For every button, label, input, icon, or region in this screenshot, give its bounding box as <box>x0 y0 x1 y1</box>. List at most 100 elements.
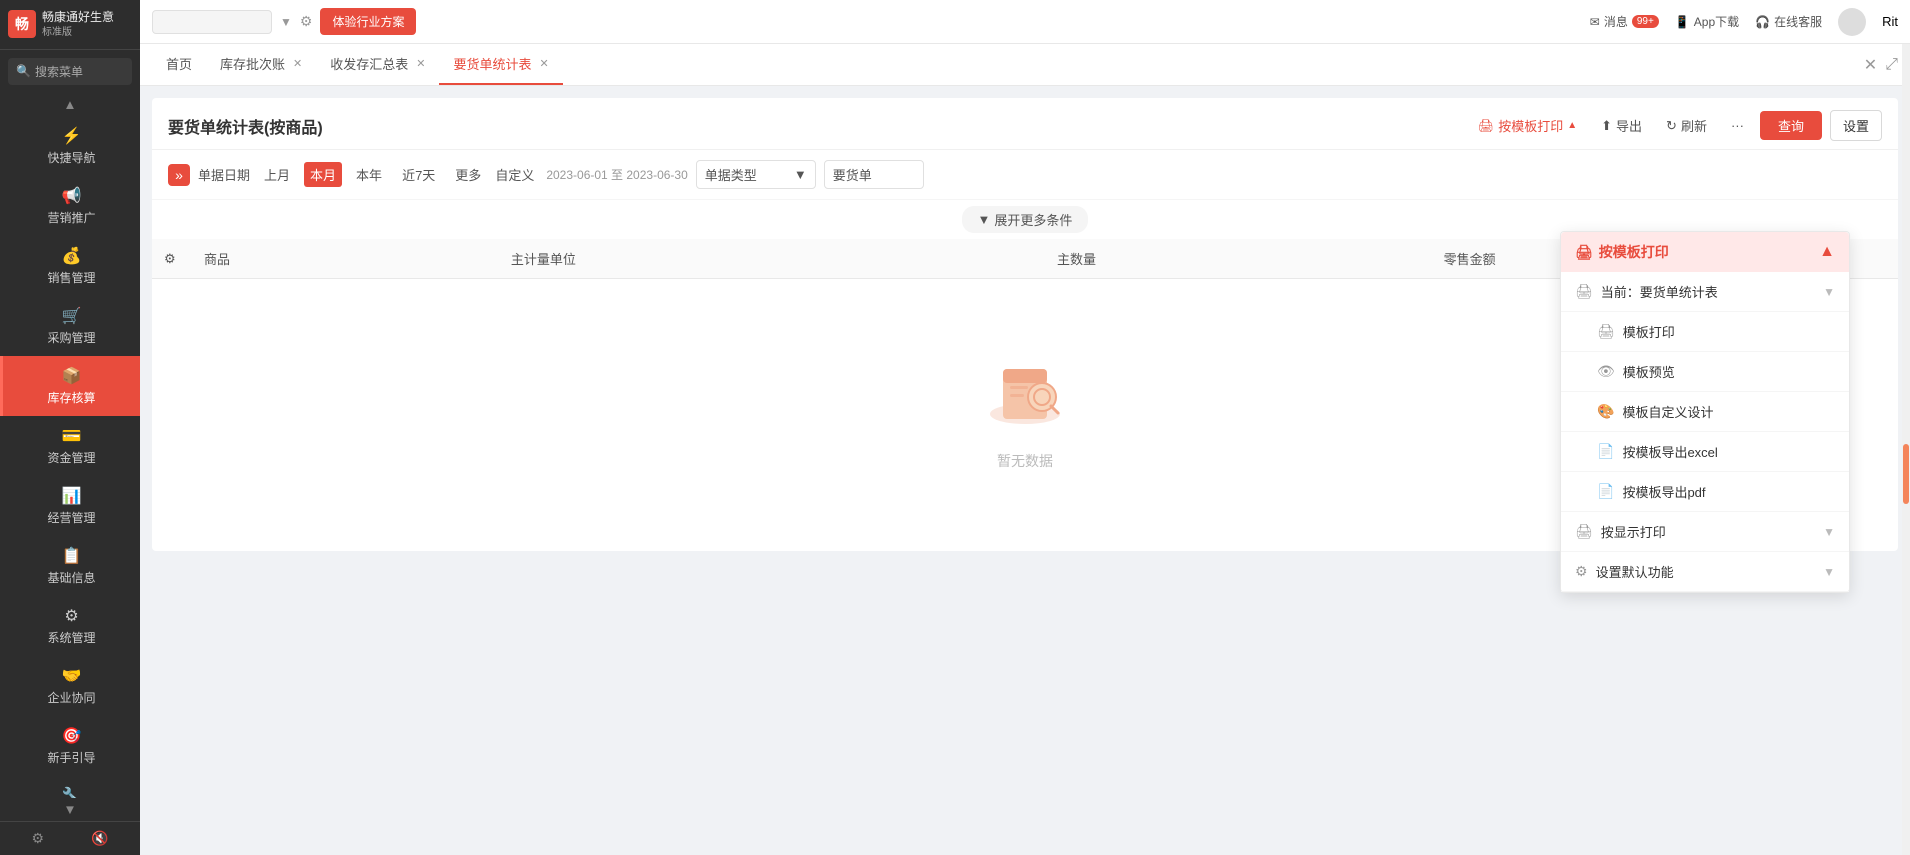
topbar-chevron-icon[interactable]: ▼ <box>280 15 292 29</box>
sidebar-item-quick-nav[interactable]: ⚡ 快捷导航 <box>0 116 140 176</box>
sidebar-item-sales[interactable]: 💰 销售管理 <box>0 236 140 296</box>
print-dropdown-export-excel[interactable]: 📄 按模板导出excel <box>1561 432 1849 472</box>
app-version: 标准版 <box>42 26 114 39</box>
mute-button[interactable]: 🔇 <box>91 830 108 847</box>
export-excel-left: 📄 按模板导出excel <box>1597 442 1718 461</box>
sidebar-item-label: 新手引导 <box>47 749 95 766</box>
more-action-button[interactable]: ··· <box>1723 114 1752 137</box>
date-more-button[interactable]: 更多 <box>449 162 487 187</box>
print-dropdown-display-print[interactable]: 🖨 按显示打印 ▼ <box>1561 512 1849 552</box>
col-quantity: 主数量 <box>1045 239 1432 279</box>
refresh-button[interactable]: ↻ 刷新 <box>1658 112 1715 139</box>
print-dropdown-default-setting[interactable]: ⚙ 设置默认功能 ▼ <box>1561 552 1849 592</box>
online-service-button[interactable]: 🎧 在线客服 <box>1755 13 1822 30</box>
logo-icon: 畅 <box>8 10 36 38</box>
filter-expand-button[interactable]: » <box>168 164 190 186</box>
print-dropdown-close-button[interactable]: ▲ <box>1819 243 1835 261</box>
scrollbar-thumb <box>1903 444 1909 504</box>
sidebar-item-guide[interactable]: 🎯 新手引导 <box>0 716 140 776</box>
sidebar-item-purchase[interactable]: 🛒 采购管理 <box>0 296 140 356</box>
close-tab-button[interactable]: ✕ <box>1864 55 1877 75</box>
sidebar-bottom: ⚙ 🔇 <box>0 821 140 855</box>
basic-icon: 📋 <box>62 546 82 566</box>
more-icon: ··· <box>1731 118 1744 133</box>
export-pdf-left: 📄 按模板导出pdf <box>1597 482 1706 501</box>
message-button[interactable]: ✉ 消息 99+ <box>1590 13 1659 30</box>
topbar-gear-icon[interactable]: ⚙ <box>300 13 313 30</box>
tab-bar: 首页 库存批次账 ✕ 收发存汇总表 ✕ 要货单统计表 ✕ ✕ ⤢ <box>140 44 1910 86</box>
date-this-month-button[interactable]: 本月 <box>304 162 342 187</box>
print-dropdown-current[interactable]: 🖨 当前：要货单统计表 ▼ <box>1561 272 1849 312</box>
current-item-label: 当前：要货单统计表 <box>1601 282 1718 301</box>
print-dropdown-template-design[interactable]: 🎨 模板自定义设计 <box>1561 392 1849 432</box>
template-print-left: 🖨 模板打印 <box>1597 322 1675 341</box>
type-filter-select[interactable]: 单据类型 ▼ <box>696 160 816 189</box>
operation-icon: 📊 <box>62 486 82 506</box>
display-print-arrow: ▼ <box>1823 525 1835 539</box>
print-label: 按模板打印 <box>1498 116 1563 135</box>
sidebar: 畅 畅康通好生意 标准版 🔍 搜索菜单 ▲ ⚡ 快捷导航 📢 营销推广 💰 销售… <box>0 0 140 855</box>
tab-inventory-batch-close[interactable]: ✕ <box>293 57 302 70</box>
avatar[interactable] <box>1838 8 1866 36</box>
tab-order-stat[interactable]: 要货单统计表 ✕ <box>439 44 562 85</box>
settings-button[interactable]: 设置 <box>1830 110 1882 141</box>
export-pdf-icon: 📄 <box>1597 483 1614 500</box>
tab-inventory-batch-label: 库存批次账 <box>220 54 285 73</box>
scroll-up-button[interactable]: ▲ <box>0 93 140 116</box>
empty-icon <box>975 339 1075 439</box>
date-this-year-button[interactable]: 本年 <box>350 162 388 187</box>
tab-inventory-batch[interactable]: 库存批次账 ✕ <box>206 44 316 85</box>
collab-icon: 🤝 <box>62 666 82 686</box>
date-7days-button[interactable]: 近7天 <box>396 162 441 187</box>
sidebar-item-system[interactable]: ⚙ 系统管理 <box>0 596 140 656</box>
message-label: 消息 <box>1604 13 1628 30</box>
sidebar-item-operation[interactable]: 📊 经营管理 <box>0 476 140 536</box>
trial-button[interactable]: 体验行业方案 <box>320 8 416 35</box>
export-pdf-label: 按模板导出pdf <box>1622 482 1705 501</box>
sidebar-item-label: 快捷导航 <box>47 149 95 166</box>
app-download-button[interactable]: 📱 App下载 <box>1675 13 1739 30</box>
default-setting-label: 设置默认功能 <box>1596 562 1674 581</box>
maximize-button[interactable]: ⤢ <box>1885 56 1898 74</box>
date-custom-button[interactable]: 自定义 <box>495 165 534 184</box>
print-dropdown-template-print[interactable]: 🖨 模板打印 <box>1561 312 1849 352</box>
print-icon: 🖨 <box>1478 118 1495 134</box>
tab-receipt-summary[interactable]: 收发存汇总表 ✕ <box>316 44 439 85</box>
tab-home[interactable]: 首页 <box>152 44 206 85</box>
sidebar-item-label: 营销推广 <box>47 209 95 226</box>
default-setting-left: ⚙ 设置默认功能 <box>1575 562 1674 581</box>
query-button[interactable]: 查询 <box>1760 111 1822 140</box>
print-dropdown-title: 🖨 按模板打印 <box>1575 242 1669 262</box>
sidebar-item-label: 销售管理 <box>47 269 95 286</box>
print-dropdown-title-text: 按模板打印 <box>1599 242 1669 262</box>
top-search-input[interactable] <box>152 10 272 34</box>
sidebar-item-label: 资金管理 <box>47 449 95 466</box>
print-dropdown-template-preview[interactable]: 👁 模板预览 <box>1561 352 1849 392</box>
search-menu-button[interactable]: 🔍 搜索菜单 <box>8 58 132 85</box>
print-dropdown-export-pdf[interactable]: 📄 按模板导出pdf <box>1561 472 1849 512</box>
right-scrollbar[interactable] <box>1902 44 1910 855</box>
export-button[interactable]: ⬆ 导出 <box>1593 112 1650 139</box>
print-button[interactable]: 🖨 按模板打印 ▲ <box>1470 112 1585 139</box>
export-excel-icon: 📄 <box>1597 443 1614 460</box>
sidebar-item-basic[interactable]: 📋 基础信息 <box>0 536 140 596</box>
search-icon: 🔍 <box>16 64 31 78</box>
table-settings-icon[interactable]: ⚙ <box>164 251 176 266</box>
template-design-label: 模板自定义设计 <box>1622 402 1713 421</box>
service-label: 在线客服 <box>1774 13 1822 30</box>
sidebar-nav: ⚡ 快捷导航 📢 营销推广 💰 销售管理 🛒 采购管理 📦 库存核算 💳 资金管… <box>0 116 140 798</box>
order-filter-input[interactable]: 要货单 <box>824 160 924 189</box>
sidebar-item-inventory[interactable]: 📦 库存核算 <box>0 356 140 416</box>
date-last-month-button[interactable]: 上月 <box>258 162 296 187</box>
expand-more-button[interactable]: ▼ 展开更多条件 <box>962 206 1089 233</box>
sidebar-item-finance[interactable]: 💳 资金管理 <box>0 416 140 476</box>
purchase-icon: 🛒 <box>62 306 82 326</box>
tab-order-stat-close[interactable]: ✕ <box>540 57 549 70</box>
tab-receipt-summary-close[interactable]: ✕ <box>416 57 425 70</box>
scroll-down-button[interactable]: ▼ <box>0 798 140 821</box>
tab-order-stat-label: 要货单统计表 <box>453 54 531 73</box>
sidebar-item-marketing[interactable]: 📢 营销推广 <box>0 176 140 236</box>
sidebar-item-appstore[interactable]: 🔧 应用中心 <box>0 776 140 798</box>
settings-bottom-button[interactable]: ⚙ <box>32 830 45 847</box>
sidebar-item-collab[interactable]: 🤝 企业协同 <box>0 656 140 716</box>
